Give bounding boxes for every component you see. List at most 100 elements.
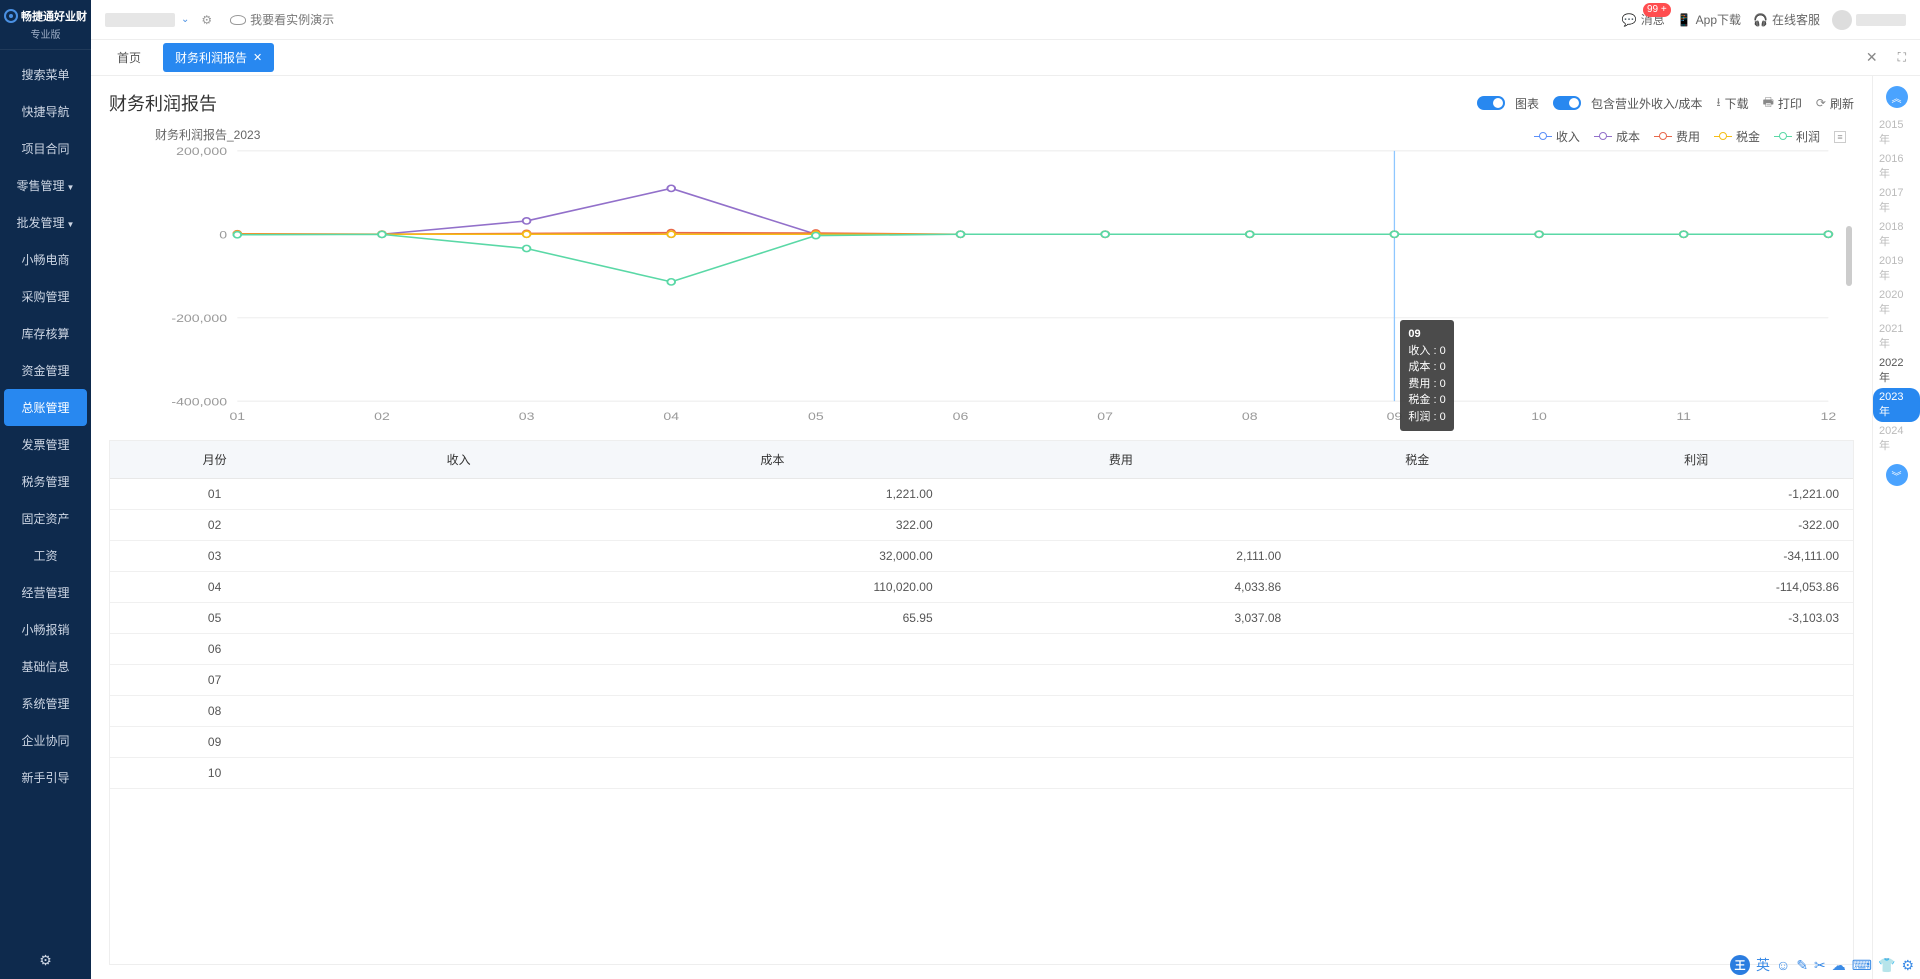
- headset-icon: 🎧: [1753, 13, 1768, 27]
- year-down-icon[interactable]: ︾: [1886, 464, 1908, 486]
- sidebar-item-9[interactable]: 总账管理: [4, 389, 87, 426]
- sidebar-item-13[interactable]: 工资: [0, 537, 91, 574]
- year-option[interactable]: 2020年: [1873, 286, 1920, 320]
- toggle-chart[interactable]: 图表: [1477, 95, 1539, 112]
- legend-item[interactable]: 利润: [1774, 128, 1820, 145]
- ime-scissors-icon[interactable]: ✂: [1814, 957, 1826, 974]
- messages-button[interactable]: 💬 消息 99 +: [1622, 11, 1665, 28]
- settings-gear-icon[interactable]: ⚙: [0, 942, 91, 979]
- year-option[interactable]: 2024年: [1873, 422, 1920, 456]
- year-option[interactable]: 2021年: [1873, 320, 1920, 354]
- year-up-icon[interactable]: ︽: [1886, 86, 1908, 108]
- ime-engine-icon[interactable]: 王: [1730, 955, 1750, 975]
- org-selector[interactable]: ⌄: [105, 13, 189, 27]
- table-row: 02322.00-322.00: [110, 510, 1853, 541]
- year-option[interactable]: 2023年: [1873, 388, 1920, 422]
- ime-emoji-icon[interactable]: ☺: [1776, 957, 1790, 973]
- sidebar-item-12[interactable]: 固定资产: [0, 500, 91, 537]
- close-all-tabs-icon[interactable]: ✕: [1862, 45, 1882, 70]
- svg-text:-400,000: -400,000: [171, 395, 227, 408]
- refresh-button[interactable]: ⟳刷新: [1816, 95, 1854, 112]
- cloud-icon: [230, 15, 246, 25]
- svg-text:10: 10: [1531, 409, 1547, 422]
- sidebar-item-6[interactable]: 采购管理: [0, 278, 91, 315]
- profit-chart[interactable]: 财务利润报告_2023 收入成本费用税金利润≡ -400,000-200,000…: [109, 126, 1854, 426]
- year-option[interactable]: 2019年: [1873, 252, 1920, 286]
- svg-text:0: 0: [219, 228, 227, 241]
- legend-item[interactable]: 成本: [1594, 128, 1640, 145]
- svg-text:06: 06: [953, 409, 969, 422]
- legend-marker-icon: [1534, 136, 1552, 137]
- sidebar-item-8[interactable]: 资金管理: [0, 352, 91, 389]
- org-settings-icon[interactable]: ⚙: [201, 13, 212, 27]
- svg-text:11: 11: [1676, 409, 1691, 422]
- legend-item[interactable]: 税金: [1714, 128, 1760, 145]
- fullscreen-icon[interactable]: ⛶: [1898, 50, 1906, 65]
- sidebar-item-3[interactable]: 零售管理▼: [0, 167, 91, 204]
- year-option[interactable]: 2017年: [1873, 184, 1920, 218]
- legend-marker-icon: [1714, 136, 1732, 137]
- chart-scrollbar[interactable]: [1846, 226, 1852, 286]
- ime-settings-icon[interactable]: ⚙: [1901, 957, 1914, 974]
- caret-down-icon: ▼: [67, 183, 75, 192]
- toggle-extra-income[interactable]: 包含营业外收入/成本: [1553, 95, 1702, 112]
- table-row: 06: [110, 634, 1853, 665]
- avatar-icon: [1832, 10, 1852, 30]
- sidebar-item-14[interactable]: 经营管理: [0, 574, 91, 611]
- table-header: 税金: [1295, 441, 1539, 479]
- app-download-button[interactable]: 📱 App下载: [1677, 11, 1741, 28]
- year-option[interactable]: 2016年: [1873, 150, 1920, 184]
- download-button[interactable]: ⭳下载: [1716, 93, 1748, 114]
- year-option[interactable]: 2022年: [1873, 354, 1920, 388]
- chat-icon: 💬: [1622, 13, 1637, 27]
- sidebar-item-2[interactable]: 项目合同: [0, 130, 91, 167]
- legend-item[interactable]: 收入: [1534, 128, 1580, 145]
- svg-text:02: 02: [374, 409, 390, 422]
- ime-lang[interactable]: 英: [1756, 955, 1770, 975]
- svg-text:08: 08: [1242, 409, 1258, 422]
- ime-toolbar: 王 英 ☺ ✎ ✂ ☁ ⌨ 👕 ⚙: [1730, 955, 1914, 975]
- sidebar-item-10[interactable]: 发票管理: [0, 426, 91, 463]
- year-option[interactable]: 2015年: [1873, 116, 1920, 150]
- brand-logo: 畅捷通好业财 专业版: [0, 0, 91, 50]
- support-button[interactable]: 🎧 在线客服: [1753, 11, 1820, 28]
- table-header: 收入: [319, 441, 598, 479]
- ime-edit-icon[interactable]: ✎: [1796, 957, 1808, 974]
- tab-strip: 首页 财务利润报告 ✕ ✕ ⛶: [91, 40, 1920, 76]
- sidebar-item-1[interactable]: 快捷导航: [0, 93, 91, 130]
- ime-cloud-icon[interactable]: ☁: [1832, 957, 1846, 974]
- user-menu[interactable]: [1832, 10, 1906, 30]
- sidebar-item-5[interactable]: 小畅电商: [0, 241, 91, 278]
- print-icon: 🖶: [1763, 93, 1774, 114]
- brand-name: 畅捷通好业财: [21, 8, 87, 24]
- sidebar-item-15[interactable]: 小畅报销: [0, 611, 91, 648]
- legend-item[interactable]: 费用: [1654, 128, 1700, 145]
- sidebar-item-7[interactable]: 库存核算: [0, 315, 91, 352]
- sidebar-item-16[interactable]: 基础信息: [0, 648, 91, 685]
- legend-marker-icon: [1774, 136, 1792, 137]
- sidebar-item-18[interactable]: 企业协同: [0, 722, 91, 759]
- svg-text:03: 03: [519, 409, 535, 422]
- sidebar-item-17[interactable]: 系统管理: [0, 685, 91, 722]
- print-button[interactable]: 🖶打印: [1763, 93, 1802, 114]
- tab-profit-report[interactable]: 财务利润报告 ✕: [163, 43, 274, 72]
- close-icon[interactable]: ✕: [253, 51, 262, 64]
- table-header: 费用: [947, 441, 1296, 479]
- svg-text:04: 04: [663, 409, 679, 422]
- chart-title: 财务利润报告_2023: [155, 126, 260, 143]
- year-option[interactable]: 2018年: [1873, 218, 1920, 252]
- ime-skin-icon[interactable]: 👕: [1878, 957, 1895, 974]
- refresh-icon: ⟳: [1816, 96, 1826, 110]
- sidebar-item-11[interactable]: 税务管理: [0, 463, 91, 500]
- message-badge: 99 +: [1643, 3, 1671, 17]
- sidebar-item-19[interactable]: 新手引导: [0, 759, 91, 796]
- ime-keyboard-icon[interactable]: ⌨: [1852, 957, 1872, 974]
- table-row: 0332,000.002,111.00-34,111.00: [110, 541, 1853, 572]
- legend-menu-icon[interactable]: ≡: [1834, 131, 1846, 143]
- profit-table: 月份收入成本费用税金利润 011,221.00-1,221.0002322.00…: [109, 440, 1854, 965]
- sidebar-item-0[interactable]: 搜索菜单: [0, 56, 91, 93]
- sidebar-item-4[interactable]: 批发管理▼: [0, 204, 91, 241]
- demo-link[interactable]: 我要看实例演示: [230, 11, 334, 28]
- svg-text:12: 12: [1821, 409, 1837, 422]
- tab-home[interactable]: 首页: [105, 43, 153, 72]
